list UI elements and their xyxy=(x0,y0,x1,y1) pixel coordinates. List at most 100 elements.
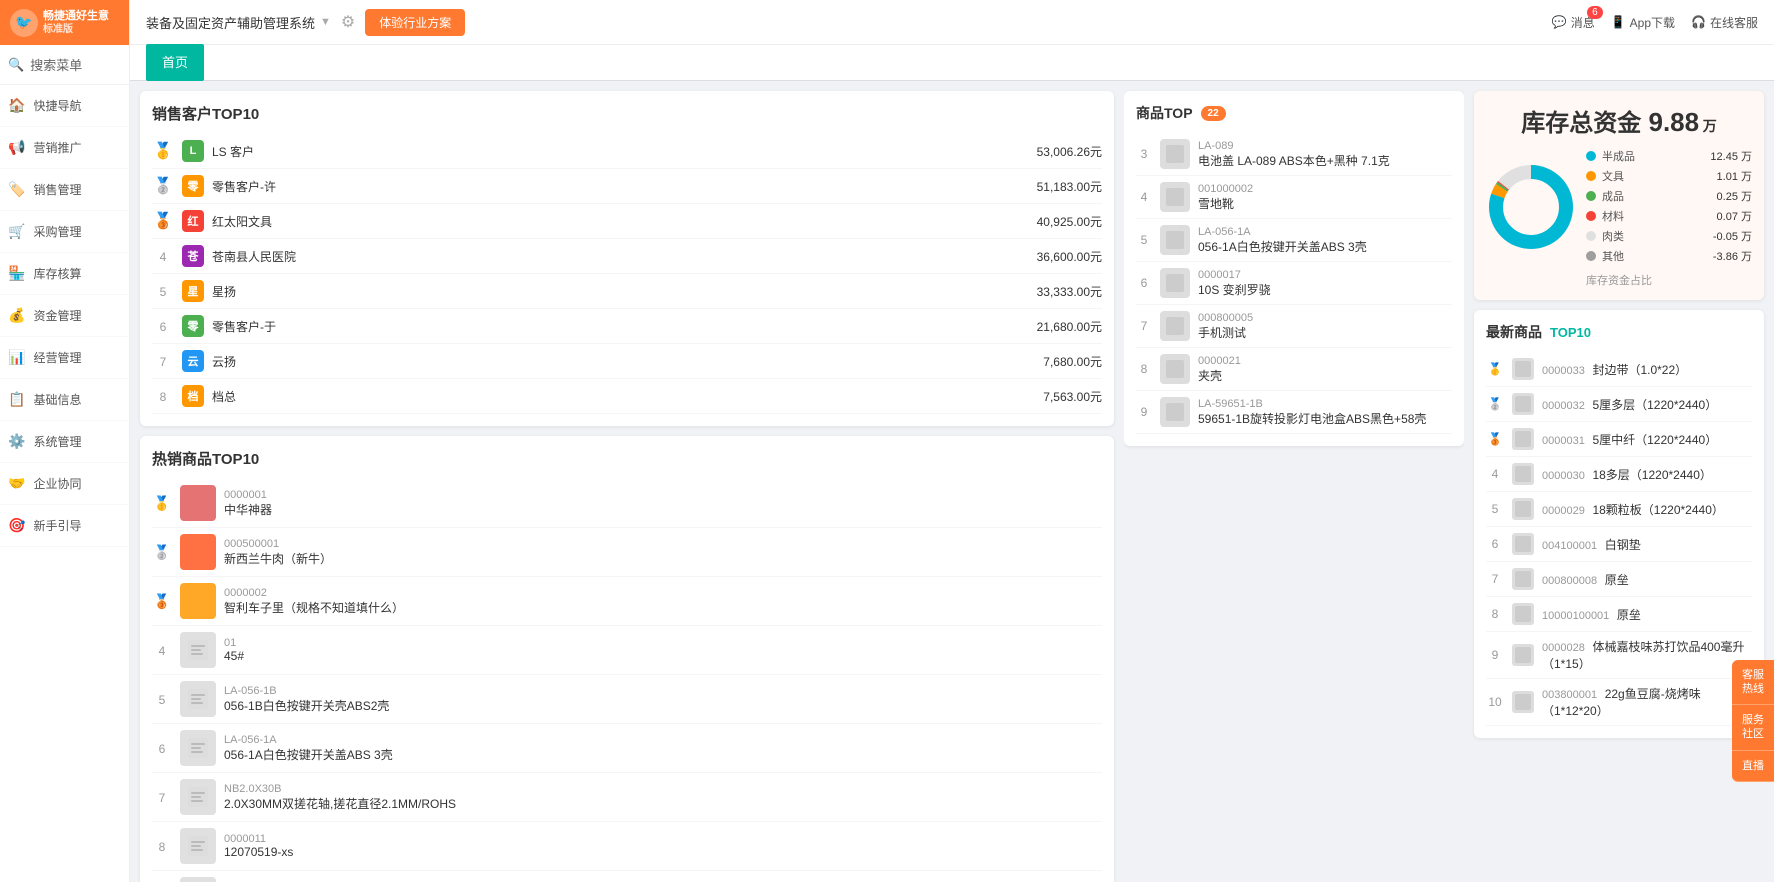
middle-column: 商品TOP 22 3 LA-089 电池盖 LA-089 ABS本色+黑种 7.… xyxy=(1124,81,1464,882)
new-product-details: 0000031 5厘中纤（1220*2440） xyxy=(1542,431,1752,448)
product-thumbnail-placeholder xyxy=(180,632,216,668)
new-product-details: 0000030 18多层（1220*2440） xyxy=(1542,466,1752,483)
warehouse-icon: 🏪 xyxy=(8,265,25,282)
rank-medal: 7 xyxy=(152,354,174,369)
message-badge: 6 xyxy=(1587,6,1603,19)
new-product-details: 10000100001 原垒 xyxy=(1542,606,1752,623)
product-name: 新西兰牛肉（新牛） xyxy=(224,550,1102,567)
trial-button[interactable]: 体验行业方案 xyxy=(365,9,465,36)
gear-settings-icon[interactable]: ⚙ xyxy=(341,12,355,32)
customer-name: 云扬 xyxy=(212,353,1035,370)
search-menu[interactable]: 🔍 搜索菜单 xyxy=(0,45,129,85)
hot-product-row: 🥇 0000001 中华神器 xyxy=(152,479,1102,528)
hot-products-card: 热销商品TOP10 🥇 0000001 中华神器 🥈 000500001 新西兰… xyxy=(140,436,1114,882)
product-code: 01 xyxy=(224,637,1102,649)
legend-item: 半成品 12.45 万 xyxy=(1586,148,1752,164)
customer-rank-row: 🥉 红 红太阳文具 40,925.00元 xyxy=(152,204,1102,239)
sidebar-item-guide[interactable]: 🎯 新手引导 xyxy=(0,505,129,547)
new-product-code: 0000028 xyxy=(1542,642,1585,654)
money-icon: 💰 xyxy=(8,307,25,324)
app-download-item[interactable]: 📱 App下载 xyxy=(1611,14,1675,31)
new-product-thumb xyxy=(1512,463,1534,485)
float-btn-live[interactable]: 直播 xyxy=(1732,751,1774,782)
legend-label: 半成品 xyxy=(1602,148,1704,164)
hot-product-row: 🥈 000500001 新西兰牛肉（新牛） xyxy=(152,528,1102,577)
rank-num: 10 xyxy=(1486,695,1504,709)
gold-medal-icon: 🥇 xyxy=(153,495,170,511)
home-icon: 🏠 xyxy=(8,97,25,114)
sidebar-item-operation[interactable]: 📊 经营管理 xyxy=(0,337,129,379)
new-product-row: 🥈 0000032 5厘多层（1220*2440） xyxy=(1486,387,1752,422)
new-product-details: 0000028 体械嘉枝味苏打饮品400毫升（1*15） xyxy=(1542,638,1752,672)
sidebar-item-finance[interactable]: 💰 资金管理 xyxy=(0,295,129,337)
bronze-medal-icon: 🥉 xyxy=(153,593,170,609)
customer-name: LS 客户 xyxy=(212,143,1029,160)
rank-number: 8 xyxy=(159,840,166,854)
search-icon: 🔍 xyxy=(8,57,24,73)
new-product-code: 10000100001 xyxy=(1542,610,1609,622)
sidebar: 🐦 畅捷通好生意 标准版 🔍 搜索菜单 🏠 快捷导航 📢 营销推广 🏷️ 销售管… xyxy=(0,0,130,882)
product-name: 智利车子里（规格不知道填什么） xyxy=(224,599,1102,616)
right-panel: 库存总资金 9.88 万 xyxy=(1464,81,1774,882)
float-btn-community[interactable]: 服务社区 xyxy=(1732,705,1774,751)
customer-avatar: 零 xyxy=(182,175,204,197)
product-name: 056-1A白色按键开关盖ABS 3壳 xyxy=(1198,238,1452,255)
inventory-card: 库存总资金 9.88 万 xyxy=(1474,91,1764,300)
tab-home[interactable]: 首页 xyxy=(146,44,204,81)
product-thumb xyxy=(1160,225,1190,255)
product-name: 45# xyxy=(224,649,1102,663)
product-code: NB2.0X30B xyxy=(224,783,1102,795)
legend-dot xyxy=(1586,151,1596,161)
message-item[interactable]: 💬 消息 6 xyxy=(1552,14,1595,31)
sidebar-item-inventory[interactable]: 🏪 库存核算 xyxy=(0,253,129,295)
customer-name: 零售客户-于 xyxy=(212,318,1029,335)
sidebar-item-sys-mgmt[interactable]: ⚙️ 系统管理 xyxy=(0,421,129,463)
new-product-details: 004100001 白钢垫 xyxy=(1542,536,1752,553)
product-thumb xyxy=(1160,139,1190,169)
rank-medal: 🥈 xyxy=(152,176,174,196)
gear-icon: ⚙️ xyxy=(8,433,25,450)
product-code: 0000017 xyxy=(1198,269,1452,281)
rank-num: 7 xyxy=(1136,319,1152,333)
new-product-details: 0000032 5厘多层（1220*2440） xyxy=(1542,396,1752,413)
left-column: 销售客户TOP10 🥇 L LS 客户 53,006.26元 🥈 零 零售客户-… xyxy=(130,81,1124,882)
customer-rank-row: 7 云 云扬 7,680.00元 xyxy=(152,344,1102,379)
new-product-thumb xyxy=(1512,691,1534,713)
new-products-list: 🥇 0000033 封边带（1.0*22） 🥈 0000032 5厘多层（122… xyxy=(1486,352,1752,726)
product-top-title: 商品TOP 22 xyxy=(1136,103,1452,123)
customer-value: 7,680.00元 xyxy=(1043,353,1102,370)
rank-num: 8 xyxy=(1136,362,1152,376)
hot-product-row: 8 0000011 12070519-xs xyxy=(152,822,1102,871)
new-product-thumb xyxy=(1512,568,1534,590)
legend-dot xyxy=(1586,211,1596,221)
product-code: LA-59651-1B xyxy=(1198,398,1452,410)
product-name: 夹壳 xyxy=(1198,367,1452,384)
sidebar-item-cooperation[interactable]: 🤝 企业协同 xyxy=(0,463,129,505)
product-name: 59651-1B旋转投影灯电池盒ABS黑色+58壳 xyxy=(1198,410,1452,427)
customer-value: 21,680.00元 xyxy=(1037,318,1102,335)
online-service-item[interactable]: 🎧 在线客服 xyxy=(1691,14,1758,31)
product-code: LA-056-1A xyxy=(224,734,1102,746)
sidebar-item-quick-nav[interactable]: 🏠 快捷导航 xyxy=(0,85,129,127)
sidebar-item-basic-info[interactable]: 📋 基础信息 xyxy=(0,379,129,421)
product-code: 000800005 xyxy=(1198,312,1452,324)
legend-label: 肉类 xyxy=(1602,228,1707,244)
new-product-name: 18多层（1220*2440） xyxy=(1592,468,1711,482)
product-details: 000800005 手机测试 xyxy=(1198,312,1452,341)
customer-avatar: 档 xyxy=(182,385,204,407)
sidebar-item-marketing[interactable]: 📢 营销推广 xyxy=(0,127,129,169)
product-thumb xyxy=(1160,354,1190,384)
product-info: 0000011 12070519-xs xyxy=(224,833,1102,859)
hot-product-row: 6 LA-056-1A 056-1A白色按键开关盖ABS 3壳 xyxy=(152,724,1102,773)
legend-dot xyxy=(1586,171,1596,181)
hot-products-title: 热销商品TOP10 xyxy=(152,448,1102,469)
product-code: LA-056-1B xyxy=(224,685,1102,697)
new-product-code: 0000030 xyxy=(1542,470,1585,482)
float-btn-service[interactable]: 客服热线 xyxy=(1732,660,1774,706)
legend-label: 文具 xyxy=(1602,168,1711,184)
sidebar-item-purchase[interactable]: 🛒 采购管理 xyxy=(0,211,129,253)
customer-ranking-title: 销售客户TOP10 xyxy=(152,103,1102,124)
sidebar-item-sales[interactable]: 🏷️ 销售管理 xyxy=(0,169,129,211)
product-mid-row: 8 0000021 夹壳 xyxy=(1136,348,1452,391)
product-details: 001000002 雪地靴 xyxy=(1198,183,1452,212)
